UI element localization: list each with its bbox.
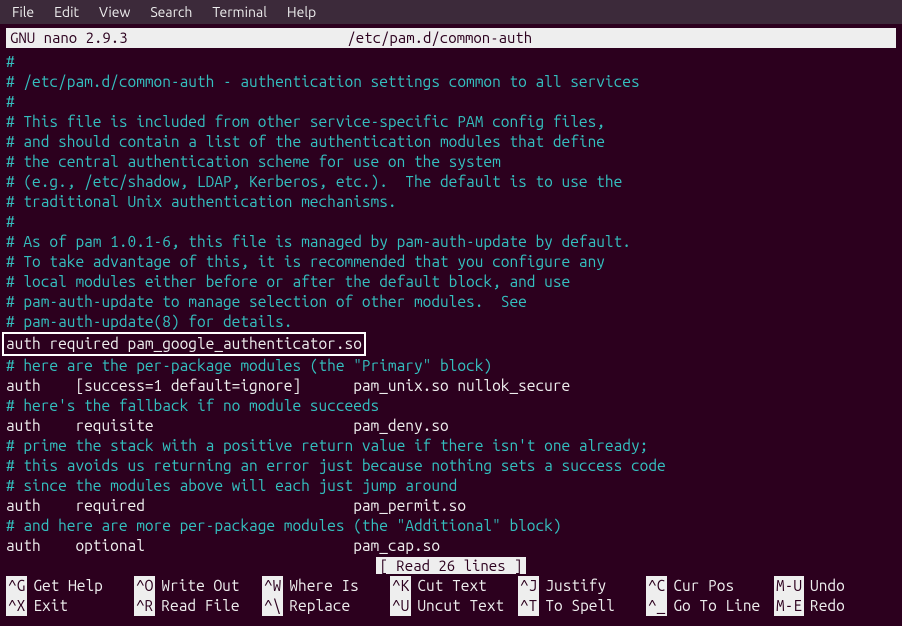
- editor-line[interactable]: # traditional Unix authentication mechan…: [6, 192, 896, 212]
- shortcut-redo: M-E Redo: [774, 596, 874, 616]
- shortcut-label: Justify: [545, 576, 606, 596]
- shortcut-key: ^U: [390, 596, 411, 616]
- status-message: [ Read 26 lines ]: [376, 557, 527, 574]
- shortcut-label: Cut Text: [417, 576, 486, 596]
- editor-line[interactable]: auth requisite pam_deny.so: [6, 416, 896, 436]
- editor-line[interactable]: auth required pam_google_authenticator.s…: [6, 332, 896, 356]
- editor-line[interactable]: # here's the fallback if no module succe…: [6, 396, 896, 416]
- editor-line[interactable]: #: [6, 212, 896, 232]
- highlighted-line[interactable]: auth required pam_google_authenticator.s…: [2, 332, 366, 356]
- editor-line[interactable]: # here are the per-package modules (the …: [6, 356, 896, 376]
- editor-line[interactable]: # pam-auth-update to manage selection of…: [6, 292, 896, 312]
- shortcut-label: Cur Pos: [673, 576, 734, 596]
- shortcut-key: ^_: [646, 596, 667, 616]
- nano-shortcuts: ^G Get Help ^O Write Out ^W Where Is ^K Cut Tex…: [0, 576, 902, 616]
- shortcut-where-is: ^W Where Is: [262, 576, 390, 596]
- shortcut-write-out: ^O Write Out: [134, 576, 262, 596]
- shortcut-label: Redo: [810, 596, 845, 616]
- menu-file[interactable]: File: [4, 2, 42, 22]
- editor-line[interactable]: # prime the stack with a positive return…: [6, 436, 896, 456]
- shortcut-key: ^R: [134, 596, 155, 616]
- shortcut-label: Undo: [810, 576, 845, 596]
- editor-line[interactable]: # /etc/pam.d/common-auth - authenticatio…: [6, 72, 896, 92]
- editor-line[interactable]: #: [6, 92, 896, 112]
- shortcut-key: ^O: [134, 576, 155, 596]
- menu-edit[interactable]: Edit: [46, 2, 87, 22]
- shortcut-go-to-line: ^_ Go To Line: [646, 596, 774, 616]
- shortcut-cur-pos: ^C Cur Pos: [646, 576, 774, 596]
- shortcut-key: M-U: [774, 576, 804, 596]
- shortcut-label: Exit: [33, 596, 68, 616]
- shortcut-key: ^K: [390, 576, 411, 596]
- editor-line[interactable]: # pam-auth-update(8) for details.: [6, 312, 896, 332]
- status-line: [ Read 26 lines ]: [0, 556, 902, 576]
- shortcut-replace: ^\ Replace: [262, 596, 390, 616]
- shortcut-key: ^T: [518, 596, 539, 616]
- menu-terminal[interactable]: Terminal: [204, 2, 275, 22]
- menu-view[interactable]: View: [91, 2, 138, 22]
- editor-line[interactable]: # To take advantage of this, it is recom…: [6, 252, 896, 272]
- editor-line[interactable]: auth required pam_permit.so: [6, 496, 896, 516]
- menu-help[interactable]: Help: [279, 2, 324, 22]
- shortcut-label: Go To Line: [673, 596, 760, 616]
- shortcut-label: Get Help: [33, 576, 102, 596]
- shortcut-exit: ^X Exit: [6, 596, 134, 616]
- shortcut-key: M-E: [774, 596, 804, 616]
- editor-line[interactable]: # since the modules above will each just…: [6, 476, 896, 496]
- shortcut-get-help: ^G Get Help: [6, 576, 134, 596]
- shortcut-label: Uncut Text: [417, 596, 504, 616]
- editor-line[interactable]: # This file is included from other servi…: [6, 112, 896, 132]
- editor-line[interactable]: # the central authentication scheme for …: [6, 152, 896, 172]
- shortcut-label: Write Out: [161, 576, 239, 596]
- shortcut-cut-text: ^K Cut Text: [390, 576, 518, 596]
- shortcut-key: ^G: [6, 576, 27, 596]
- menu-search[interactable]: Search: [142, 2, 200, 22]
- shortcut-uncut-text: ^U Uncut Text: [390, 596, 518, 616]
- shortcut-to-spell: ^T To Spell: [518, 596, 646, 616]
- nano-filename: /etc/pam.d/common-auth: [0, 28, 892, 48]
- editor-line[interactable]: # and should contain a list of the authe…: [6, 132, 896, 152]
- editor-line[interactable]: # (e.g., /etc/shadow, LDAP, Kerberos, et…: [6, 172, 896, 192]
- shortcut-key: ^\: [262, 596, 283, 616]
- nano-titlebar: GNU nano 2.9.3 /etc/pam.d/common-auth: [6, 28, 896, 48]
- shortcut-read-file: ^R Read File: [134, 596, 262, 616]
- shortcut-label: To Spell: [545, 596, 614, 616]
- shortcut-label: Where Is: [289, 576, 358, 596]
- shortcut-label: Replace: [289, 596, 350, 616]
- editor-line[interactable]: # and here are more per-package modules …: [6, 516, 896, 536]
- editor-line[interactable]: # this avoids us returning an error just…: [6, 456, 896, 476]
- editor-line[interactable]: auth optional pam_cap.so: [6, 536, 896, 556]
- shortcut-key: ^X: [6, 596, 27, 616]
- editor-line[interactable]: auth [success=1 default=ignore] pam_unix…: [6, 376, 896, 396]
- shortcut-justify: ^J Justify: [518, 576, 646, 596]
- shortcut-key: ^W: [262, 576, 283, 596]
- window-menubar: File Edit View Search Terminal Help: [0, 0, 902, 24]
- shortcut-label: Read File: [161, 596, 239, 616]
- editor-area[interactable]: ## /etc/pam.d/common-auth - authenticati…: [0, 48, 902, 556]
- shortcut-undo: M-U Undo: [774, 576, 874, 596]
- editor-line[interactable]: #: [6, 52, 896, 72]
- editor-line[interactable]: # local modules either before or after t…: [6, 272, 896, 292]
- editor-line[interactable]: # As of pam 1.0.1-6, this file is manage…: [6, 232, 896, 252]
- shortcut-key: ^J: [518, 576, 539, 596]
- shortcut-key: ^C: [646, 576, 667, 596]
